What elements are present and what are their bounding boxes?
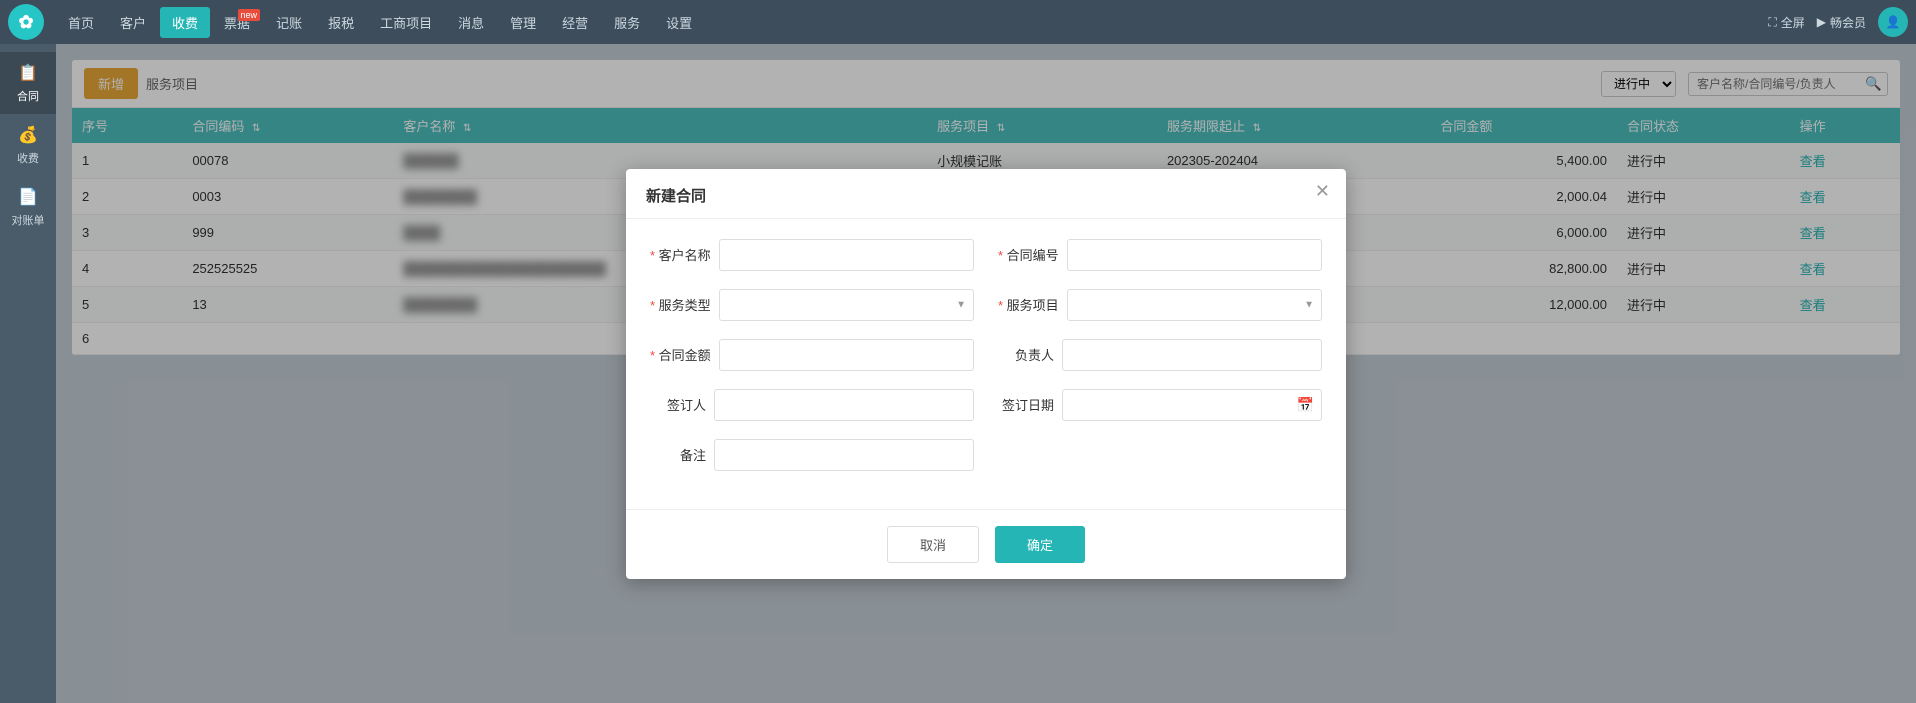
new-badge: new <box>238 9 261 21</box>
statement-icon: 📄 <box>17 186 39 208</box>
modal-footer: 取消 确定 <box>626 509 1346 579</box>
signer-input[interactable] <box>714 389 974 421</box>
contract-icon: 📋 <box>17 62 39 84</box>
form-group-contract-no: 合同编号 <box>998 239 1322 271</box>
sign-date-label: 签订日期 <box>998 395 1054 414</box>
avatar-icon: 👤 <box>1886 15 1901 29</box>
play-icon: ▶ <box>1817 15 1826 29</box>
sidebar-item-statement[interactable]: 📄 对账单 <box>0 176 56 238</box>
top-navigation: ✿ 首页 客户 收费 票据 new 记账 报税 工商项目 消息 管理 经营 服务… <box>0 0 1916 44</box>
nav-business[interactable]: 工商项目 <box>368 7 444 38</box>
form-row-5: 备注 <box>650 439 1322 471</box>
modal-overlay: 新建合同 ✕ 客户名称 合同编号 <box>56 44 1916 703</box>
nav-customer[interactable]: 客户 <box>108 7 158 38</box>
contract-no-input[interactable] <box>1067 239 1322 271</box>
cancel-button[interactable]: 取消 <box>887 526 979 563</box>
sidebar-item-billing-label: 收费 <box>17 150 39 166</box>
nav-items: 首页 客户 收费 票据 new 记账 报税 工商项目 消息 管理 经营 服务 设… <box>56 7 1768 38</box>
signer-label: 签订人 <box>650 395 706 414</box>
form-group-service-type: 服务类型 ▼ <box>650 289 974 321</box>
amount-input[interactable]: 0.00 <box>719 339 974 371</box>
form-group-responsible: 负责人 <box>998 339 1322 371</box>
service-item-label: 服务项目 <box>998 295 1059 314</box>
form-group-sign-date: 签订日期 2023-06-06 📅 <box>998 389 1322 421</box>
form-group-signer: 签订人 <box>650 389 974 421</box>
modal-title: 新建合同 <box>626 169 1346 219</box>
fullscreen-icon: ⛶ <box>1768 15 1776 30</box>
sidebar-item-billing[interactable]: 💰 收费 <box>0 114 56 176</box>
nav-management[interactable]: 管理 <box>498 7 548 38</box>
nav-settings[interactable]: 设置 <box>654 7 704 38</box>
member-button[interactable]: ▶ 畅会员 <box>1817 14 1866 31</box>
sidebar: 📋 合同 💰 收费 📄 对账单 <box>0 44 56 703</box>
service-item-select[interactable] <box>1067 289 1322 321</box>
logo: ✿ <box>8 4 44 40</box>
responsible-input[interactable] <box>1062 339 1322 371</box>
sidebar-item-contract[interactable]: 📋 合同 <box>0 52 56 114</box>
logo-icon: ✿ <box>18 12 33 33</box>
customer-name-input[interactable] <box>719 239 974 271</box>
nav-operation[interactable]: 经营 <box>550 7 600 38</box>
service-type-label: 服务类型 <box>650 295 711 314</box>
nav-billing[interactable]: 收费 <box>160 7 210 38</box>
modal-body: 客户名称 合同编号 服务类型 <box>626 219 1346 509</box>
form-row-2: 服务类型 ▼ 服务项目 <box>650 289 1322 321</box>
sign-date-input[interactable]: 2023-06-06 <box>1062 389 1322 421</box>
nav-accounting[interactable]: 记账 <box>264 7 314 38</box>
fullscreen-button[interactable]: ⛶ 全屏 <box>1768 14 1804 31</box>
form-group-amount: 合同金额 0.00 <box>650 339 974 371</box>
contract-no-label: 合同编号 <box>998 245 1059 264</box>
modal-close-button[interactable]: ✕ <box>1315 181 1330 202</box>
billing-icon: 💰 <box>17 124 39 146</box>
main-layout: 📋 合同 💰 收费 📄 对账单 新增 服务项目 进行中 已完成 已取消 <box>0 44 1916 703</box>
nav-home[interactable]: 首页 <box>56 7 106 38</box>
form-group-service-item: 服务项目 ▼ <box>998 289 1322 321</box>
form-row-1: 客户名称 合同编号 <box>650 239 1322 271</box>
sidebar-item-statement-label: 对账单 <box>12 212 45 228</box>
content-area: 新增 服务项目 进行中 已完成 已取消 🔍 <box>56 44 1916 703</box>
nav-tax[interactable]: 报税 <box>316 7 366 38</box>
remark-label: 备注 <box>650 445 706 464</box>
responsible-label: 负责人 <box>998 345 1054 364</box>
form-group-remark: 备注 <box>650 439 974 471</box>
form-row-3: 合同金额 0.00 负责人 <box>650 339 1322 371</box>
remark-input[interactable] <box>714 439 974 471</box>
service-type-select-wrap: ▼ <box>719 289 974 321</box>
amount-label: 合同金额 <box>650 345 711 364</box>
sign-date-wrap: 2023-06-06 📅 <box>1062 389 1322 421</box>
confirm-button[interactable]: 确定 <box>995 526 1085 563</box>
user-avatar[interactable]: 👤 <box>1878 7 1908 37</box>
form-row-4: 签订人 签订日期 2023-06-06 📅 <box>650 389 1322 421</box>
service-type-select[interactable] <box>719 289 974 321</box>
sidebar-item-contract-label: 合同 <box>17 88 39 104</box>
nav-service[interactable]: 服务 <box>602 7 652 38</box>
form-group-customer: 客户名称 <box>650 239 974 271</box>
service-item-select-wrap: ▼ <box>1067 289 1322 321</box>
new-contract-modal: 新建合同 ✕ 客户名称 合同编号 <box>626 169 1346 579</box>
nav-message[interactable]: 消息 <box>446 7 496 38</box>
nav-invoice[interactable]: 票据 new <box>212 7 262 38</box>
topnav-right: ⛶ 全屏 ▶ 畅会员 👤 <box>1768 7 1908 37</box>
customer-name-label: 客户名称 <box>650 245 711 264</box>
